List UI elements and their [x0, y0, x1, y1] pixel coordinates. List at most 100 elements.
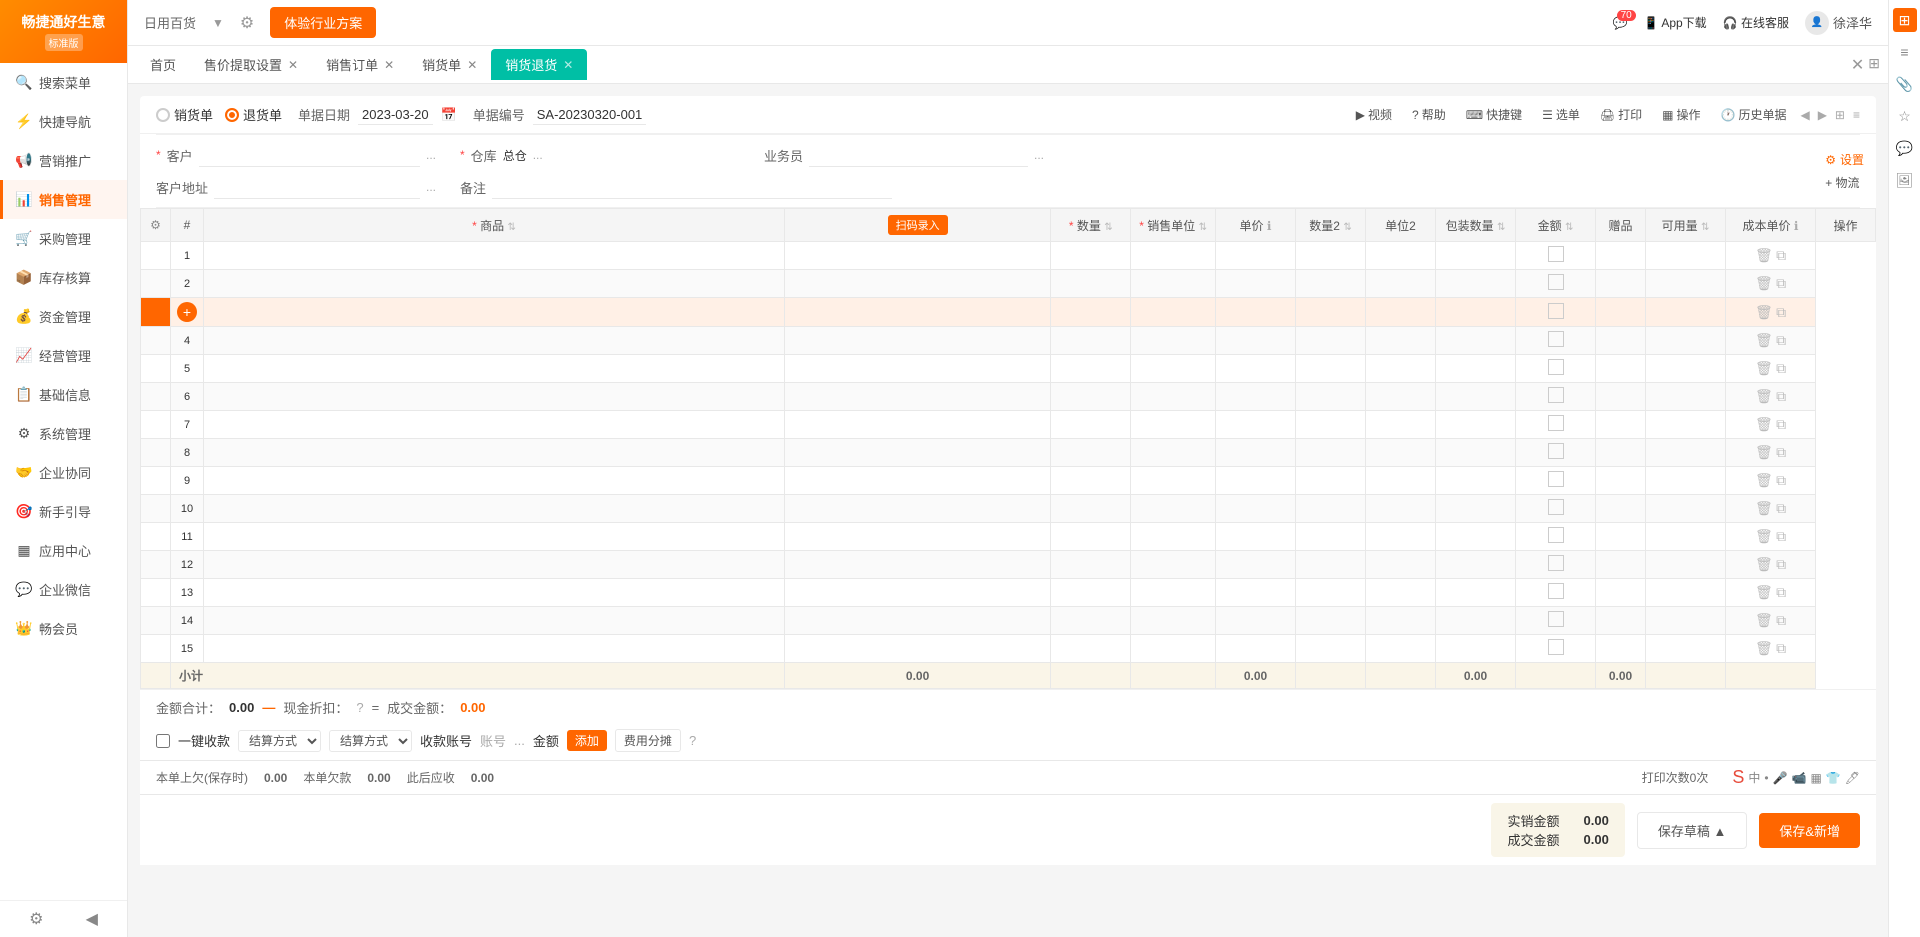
product-input[interactable]	[210, 249, 778, 263]
sidebar-item-basicinfo[interactable]: 📋 基础信息	[0, 375, 127, 414]
row-pkg-qty[interactable]	[1366, 635, 1436, 663]
row-product[interactable]	[204, 635, 785, 663]
row-cost-price[interactable]	[1646, 607, 1726, 635]
row-gift[interactable]	[1516, 607, 1596, 635]
row-product[interactable]	[204, 579, 785, 607]
row-unit2[interactable]	[1296, 439, 1366, 467]
row-qty2[interactable]	[1216, 635, 1296, 663]
cost-info-icon[interactable]: ℹ	[1794, 219, 1799, 233]
delete-row-button[interactable]: 🗑	[1755, 332, 1773, 348]
select-btn[interactable]: ☰ 选单	[1536, 104, 1586, 125]
row-avail[interactable]	[1596, 551, 1646, 579]
one-click-payment-checkbox[interactable]	[156, 734, 170, 748]
row-pkg-qty[interactable]	[1366, 551, 1436, 579]
row-gift[interactable]	[1516, 551, 1596, 579]
customer-dots[interactable]: ...	[426, 148, 436, 162]
row-pkg-qty[interactable]	[1366, 327, 1436, 355]
save-new-button[interactable]: 保存&新增	[1759, 813, 1860, 848]
row-price[interactable]	[1131, 383, 1216, 411]
row-amount[interactable]	[1436, 298, 1516, 327]
row-price[interactable]	[1131, 551, 1216, 579]
row-amount[interactable]	[1436, 355, 1516, 383]
row-avail[interactable]	[1596, 523, 1646, 551]
row-sales-unit[interactable]	[1051, 551, 1131, 579]
product-input[interactable]	[210, 362, 778, 376]
delete-row-button[interactable]: 🗑	[1755, 640, 1773, 656]
row-amount[interactable]	[1436, 635, 1516, 663]
gift-checkbox[interactable]	[1548, 639, 1564, 655]
row-amount[interactable]	[1436, 523, 1516, 551]
product-input[interactable]	[210, 446, 778, 460]
row-amount[interactable]	[1436, 383, 1516, 411]
row-unit2[interactable]	[1296, 551, 1366, 579]
right-panel-list-btn[interactable]: ≡	[1893, 40, 1917, 64]
gift-checkbox[interactable]	[1548, 443, 1564, 459]
tab-price-settings[interactable]: 售价提取设置 ✕	[190, 49, 312, 80]
row-sales-unit[interactable]	[1051, 607, 1131, 635]
settlement-method-select[interactable]: 结算方式	[238, 730, 321, 752]
delete-row-button[interactable]: 🗑	[1755, 556, 1773, 572]
row-gift[interactable]	[1516, 355, 1596, 383]
row-sales-unit[interactable]	[1051, 411, 1131, 439]
grid-view-icon[interactable]: ⊞	[1835, 108, 1845, 122]
row-qty2[interactable]	[1216, 298, 1296, 327]
delete-row-button[interactable]: 🗑	[1755, 275, 1773, 291]
row-qty[interactable]	[784, 270, 1050, 298]
row-gift[interactable]	[1516, 579, 1596, 607]
row-cost-price[interactable]	[1646, 439, 1726, 467]
video-btn[interactable]: ▶ 视频	[1350, 104, 1398, 125]
row-cost-price[interactable]	[1646, 270, 1726, 298]
copy-row-button[interactable]: ⧉	[1776, 247, 1786, 263]
copy-row-button[interactable]: ⧉	[1776, 444, 1786, 460]
product-input[interactable]	[210, 418, 778, 432]
warehouse-dots[interactable]: ...	[533, 148, 543, 162]
close-tab-salesbill[interactable]: ✕	[467, 58, 477, 72]
account-dots[interactable]: ...	[514, 733, 525, 748]
collapse-icon[interactable]: ◀	[86, 909, 98, 929]
gift-checkbox[interactable]	[1548, 499, 1564, 515]
row-sales-unit[interactable]	[1051, 495, 1131, 523]
gift-checkbox[interactable]	[1548, 611, 1564, 627]
product-input[interactable]	[210, 474, 778, 488]
row-product[interactable]	[204, 242, 785, 270]
row-pkg-qty[interactable]	[1366, 467, 1436, 495]
row-gift[interactable]	[1516, 635, 1596, 663]
right-panel-favorite-btn[interactable]: ☆	[1893, 104, 1917, 128]
sidebar-item-finance[interactable]: 💰 资金管理	[0, 297, 127, 336]
app-download-btn[interactable]: 📱 App下载	[1644, 14, 1707, 31]
column-settings-icon[interactable]: ⚙	[150, 218, 161, 232]
row-unit2[interactable]	[1296, 327, 1366, 355]
row-price[interactable]	[1131, 355, 1216, 383]
row-pkg-qty[interactable]	[1366, 270, 1436, 298]
delete-row-button[interactable]: 🗑	[1755, 500, 1773, 516]
user-menu[interactable]: 👤 徐泽华	[1805, 11, 1872, 35]
row-sales-unit[interactable]	[1051, 579, 1131, 607]
row-qty[interactable]	[784, 355, 1050, 383]
row-price[interactable]	[1131, 467, 1216, 495]
product-input[interactable]	[210, 642, 778, 656]
salesperson-dots[interactable]: ...	[1034, 148, 1044, 162]
gift-checkbox[interactable]	[1548, 387, 1564, 403]
row-cost-price[interactable]	[1646, 467, 1726, 495]
row-gift[interactable]	[1516, 327, 1596, 355]
expand-icon[interactable]: ⊞	[1868, 55, 1880, 75]
row-qty[interactable]	[784, 383, 1050, 411]
gift-checkbox[interactable]	[1548, 246, 1564, 262]
delete-row-button[interactable]: 🗑	[1755, 444, 1773, 460]
copy-row-button[interactable]: ⧉	[1776, 388, 1786, 404]
sort-avail-icon[interactable]: ⇅	[1701, 222, 1709, 233]
notification-badge[interactable]: 💬 70	[1613, 16, 1628, 30]
save-draft-button[interactable]: 保存草稿 ▲	[1637, 812, 1748, 849]
sidebar-item-sales[interactable]: 📊 销售管理	[0, 180, 127, 219]
delete-row-button[interactable]: 🗑	[1755, 304, 1773, 320]
settings-footer-icon[interactable]: ⚙	[29, 909, 43, 929]
row-qty2[interactable]	[1216, 607, 1296, 635]
row-product[interactable]	[204, 327, 785, 355]
setup-btn[interactable]: ⚙ 设置	[1825, 151, 1864, 168]
row-pkg-qty[interactable]	[1366, 383, 1436, 411]
sidebar-item-enterprise[interactable]: 🤝 企业协同	[0, 453, 127, 492]
address-dots[interactable]: ...	[426, 180, 436, 194]
row-price[interactable]	[1131, 298, 1216, 327]
product-input[interactable]	[210, 530, 778, 544]
product-input[interactable]	[210, 586, 778, 600]
